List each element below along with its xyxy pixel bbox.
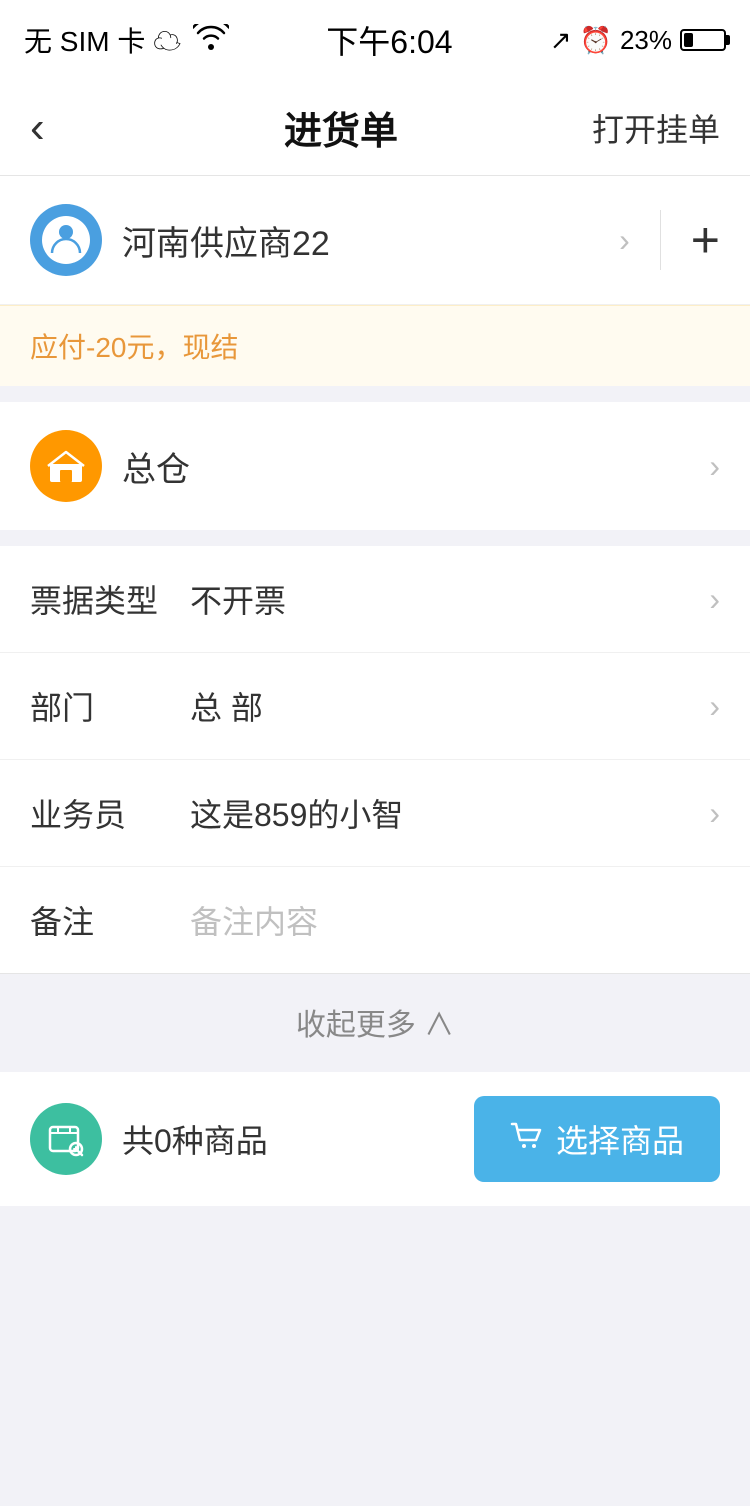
warehouse-chevron-icon: › bbox=[709, 448, 720, 485]
ticket-type-chevron-icon: › bbox=[709, 581, 720, 618]
remark-input[interactable]: 备注内容 bbox=[190, 897, 720, 943]
cart-icon bbox=[510, 1121, 544, 1158]
product-icon-wrap bbox=[30, 1103, 102, 1175]
department-label: 部门 bbox=[30, 683, 170, 729]
ticket-type-row[interactable]: 票据类型 不开票 › bbox=[0, 546, 750, 653]
main-content: 河南供应商22 › + 应付-20元，现结 总仓 › 票据类型 不开票 bbox=[0, 176, 750, 1506]
form-section: 票据类型 不开票 › 部门 总 部 › 业务员 这是859的小智 › 备注 备注… bbox=[0, 546, 750, 973]
select-product-button[interactable]: 选择商品 bbox=[474, 1096, 720, 1182]
vertical-divider bbox=[660, 210, 661, 270]
department-row[interactable]: 部门 总 部 › bbox=[0, 653, 750, 760]
remark-label: 备注 bbox=[30, 897, 170, 943]
status-right: ↗ ⏰ 23% bbox=[550, 25, 726, 56]
open-pending-button[interactable]: 打开挂单 bbox=[592, 105, 720, 151]
select-product-label: 选择商品 bbox=[556, 1116, 684, 1162]
warehouse-icon-wrap bbox=[30, 430, 102, 502]
salesperson-value: 这是859的小智 bbox=[190, 790, 709, 836]
status-time: 下午6:04 bbox=[326, 17, 452, 63]
location-icon: ↗ bbox=[550, 25, 572, 56]
warehouse-row[interactable]: 总仓 › bbox=[0, 402, 750, 530]
wifi-icon bbox=[193, 24, 229, 57]
nav-bar: ‹ 进货单 打开挂单 bbox=[0, 80, 750, 176]
collapse-label: 收起更多 ∧ bbox=[296, 1000, 454, 1044]
collapse-button[interactable]: 收起更多 ∧ bbox=[0, 973, 750, 1070]
alarm-icon: ⏰ bbox=[580, 25, 612, 56]
salesperson-chevron-icon: › bbox=[709, 795, 720, 832]
department-value: 总 部 bbox=[190, 683, 709, 729]
warehouse-section: 总仓 › bbox=[0, 402, 750, 530]
no-sim-label: 无 SIM 卡 ☁ bbox=[24, 20, 181, 60]
battery-percent: 23% bbox=[620, 25, 672, 56]
supplier-avatar bbox=[30, 204, 102, 276]
warehouse-name: 总仓 bbox=[122, 442, 709, 491]
supplier-name: 河南供应商22 bbox=[122, 216, 619, 265]
add-supplier-button[interactable]: + bbox=[691, 215, 720, 265]
page-bottom bbox=[0, 1206, 750, 1506]
remark-row[interactable]: 备注 备注内容 bbox=[0, 867, 750, 973]
ticket-type-label: 票据类型 bbox=[30, 576, 170, 622]
battery-icon bbox=[680, 29, 726, 51]
salesperson-label: 业务员 bbox=[30, 790, 170, 836]
status-left: 无 SIM 卡 ☁ bbox=[24, 20, 229, 60]
page-title: 进货单 bbox=[284, 100, 398, 155]
notice-bar: 应付-20元，现结 bbox=[0, 305, 750, 386]
supplier-section: 河南供应商22 › + 应付-20元，现结 bbox=[0, 176, 750, 386]
product-count-label: 共0种商品 bbox=[122, 1116, 474, 1162]
back-button[interactable]: ‹ bbox=[30, 103, 90, 153]
notice-text: 应付-20元，现结 bbox=[30, 332, 238, 363]
supplier-row[interactable]: 河南供应商22 › + bbox=[0, 176, 750, 305]
status-bar: 无 SIM 卡 ☁ 下午6:04 ↗ ⏰ 23% bbox=[0, 0, 750, 80]
person-icon bbox=[48, 219, 84, 262]
ticket-type-value: 不开票 bbox=[190, 576, 709, 622]
department-chevron-icon: › bbox=[709, 688, 720, 725]
salesperson-row[interactable]: 业务员 这是859的小智 › bbox=[0, 760, 750, 867]
product-bar: 共0种商品 选择商品 bbox=[0, 1072, 750, 1206]
supplier-chevron-icon: › bbox=[619, 222, 630, 259]
